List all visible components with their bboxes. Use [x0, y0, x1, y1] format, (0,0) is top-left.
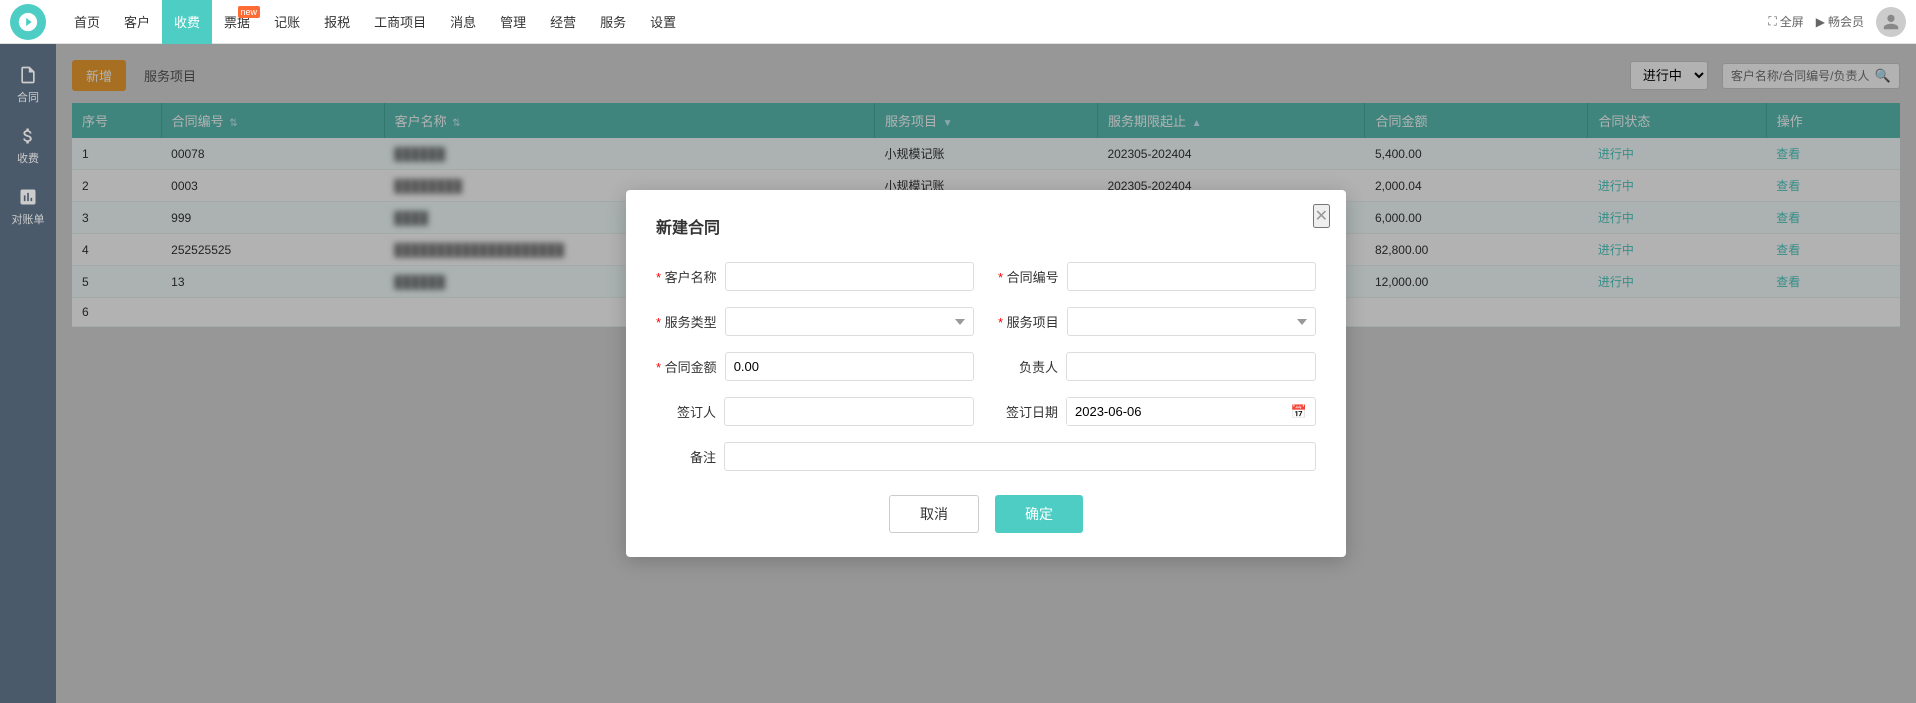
- contract-amount-label: 合同金额: [656, 357, 717, 376]
- remark-label: 备注: [656, 447, 716, 466]
- fullscreen-button[interactable]: ⛶ 全屏: [1768, 13, 1803, 30]
- nav-items: 首页 客户 收费 票据 new 记账 报税 工商项目 消息 管理 经营 服务 设…: [62, 0, 1768, 44]
- modal-title: 新建合同: [656, 214, 1316, 238]
- service-type-label: 服务类型: [656, 312, 717, 331]
- new-badge: new: [238, 6, 261, 18]
- main-layout: 合同 收费 对账单 新增 服务项目 进行中 已完成 已终止: [0, 44, 1916, 703]
- service-type-row: 服务类型: [656, 307, 974, 336]
- service-item-row: 服务项目: [998, 307, 1316, 336]
- fee-icon: [17, 125, 39, 147]
- signer-label: 签订人: [656, 402, 716, 421]
- sign-date-wrapper: 📅: [1066, 397, 1316, 426]
- content-area: 新增 服务项目 进行中 已完成 已终止 🔍 序号 合同编号 ⇅ 客户名称 ⇅ 服…: [56, 44, 1916, 703]
- responsible-person-label: 负责人: [998, 357, 1058, 376]
- nav-client[interactable]: 客户: [112, 0, 162, 44]
- contract-icon: [17, 64, 39, 86]
- calendar-icon[interactable]: 📅: [1283, 404, 1315, 420]
- contract-no-input[interactable]: [1067, 262, 1316, 291]
- modal-close-button[interactable]: ✕: [1313, 204, 1330, 228]
- statement-icon: [17, 186, 39, 208]
- service-item-label: 服务项目: [998, 312, 1059, 331]
- responsible-person-row: 负责人: [998, 352, 1316, 381]
- contract-amount-input[interactable]: [725, 352, 974, 381]
- service-type-select[interactable]: [725, 307, 974, 336]
- contract-amount-row: 合同金额: [656, 352, 974, 381]
- service-item-select[interactable]: [1067, 307, 1316, 336]
- top-nav: 首页 客户 收费 票据 new 记账 报税 工商项目 消息 管理 经营 服务 设…: [0, 0, 1916, 44]
- client-name-input[interactable]: [725, 262, 974, 291]
- nav-home[interactable]: 首页: [62, 0, 112, 44]
- nav-tax[interactable]: 报税: [312, 0, 362, 44]
- nav-right: ⛶ 全屏 ▶ 畅会员: [1768, 7, 1906, 37]
- nav-service[interactable]: 服务: [588, 0, 638, 44]
- sidebar: 合同 收费 对账单: [0, 44, 56, 703]
- remark-row: 备注: [656, 442, 1316, 471]
- sidebar-item-contract[interactable]: 合同: [0, 54, 56, 115]
- form-grid: 客户名称 合同编号 服务类型 服务项目: [656, 262, 1316, 426]
- responsible-person-input[interactable]: [1066, 352, 1316, 381]
- signer-input[interactable]: [724, 397, 974, 426]
- vip-button[interactable]: ▶ 畅会员: [1816, 13, 1864, 30]
- signer-row: 签订人: [656, 397, 974, 426]
- play-icon: ▶: [1816, 15, 1825, 29]
- cancel-button[interactable]: 取消: [889, 495, 979, 533]
- remark-input[interactable]: [724, 442, 1316, 471]
- client-name-row: 客户名称: [656, 262, 974, 291]
- nav-manage[interactable]: 管理: [488, 0, 538, 44]
- sidebar-item-fee[interactable]: 收费: [0, 115, 56, 176]
- modal-footer: 取消 确定: [656, 495, 1316, 533]
- sidebar-item-statement[interactable]: 对账单: [0, 176, 56, 237]
- contract-no-row: 合同编号: [998, 262, 1316, 291]
- nav-business[interactable]: 工商项目: [362, 0, 438, 44]
- client-name-label: 客户名称: [656, 267, 717, 286]
- fullscreen-icon: ⛶: [1768, 14, 1776, 29]
- nav-fee[interactable]: 收费: [162, 0, 212, 44]
- sign-date-row: 签订日期 📅: [998, 397, 1316, 426]
- modal-dialog: ✕ 新建合同 客户名称 合同编号 服务类型: [626, 190, 1346, 557]
- nav-accounting[interactable]: 记账: [262, 0, 312, 44]
- sign-date-input[interactable]: [1067, 398, 1283, 425]
- contract-no-label: 合同编号: [998, 267, 1059, 286]
- confirm-button[interactable]: 确定: [995, 495, 1083, 533]
- avatar[interactable]: [1876, 7, 1906, 37]
- modal-overlay: ✕ 新建合同 客户名称 合同编号 服务类型: [56, 44, 1916, 703]
- nav-invoice[interactable]: 票据 new: [212, 0, 262, 44]
- nav-settings[interactable]: 设置: [638, 0, 688, 44]
- logo-icon[interactable]: [10, 4, 46, 40]
- nav-message[interactable]: 消息: [438, 0, 488, 44]
- sign-date-label: 签订日期: [998, 402, 1058, 421]
- nav-operation[interactable]: 经营: [538, 0, 588, 44]
